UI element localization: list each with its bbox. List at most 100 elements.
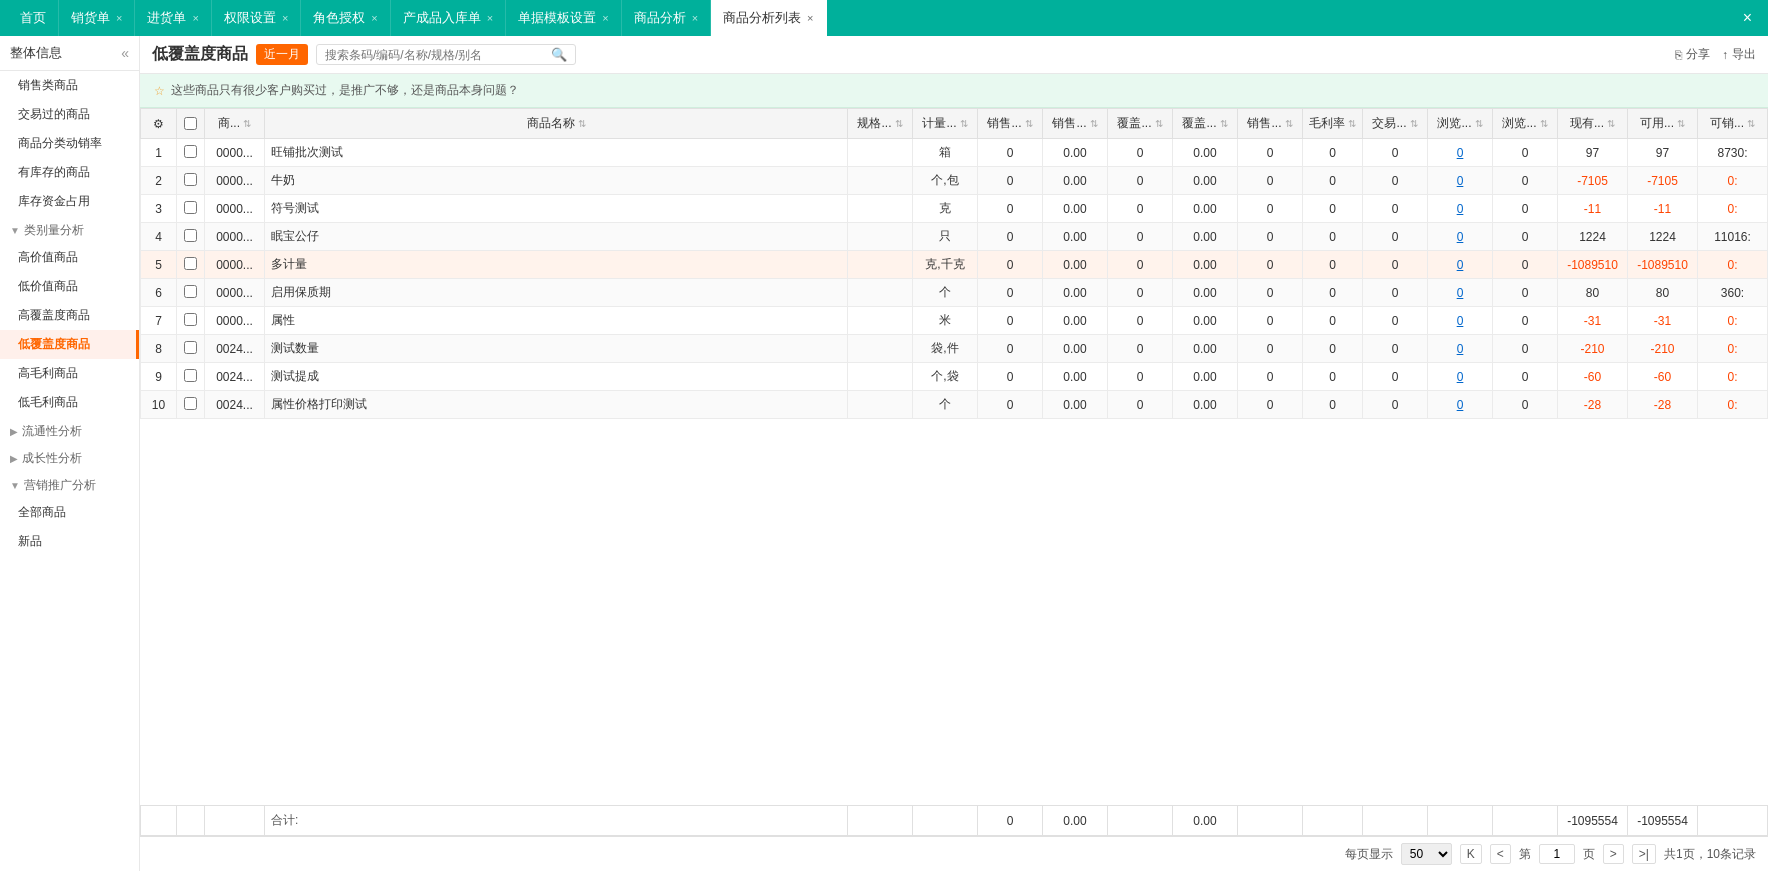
nav-tab-analysis[interactable]: 商品分析 ×: [622, 0, 711, 36]
share-btn[interactable]: ⎘ 分享: [1675, 46, 1710, 63]
row-browse1[interactable]: 0: [1428, 251, 1493, 279]
last-page-btn[interactable]: >|: [1632, 844, 1656, 864]
nav-tab-permissions[interactable]: 权限设置 ×: [212, 0, 301, 36]
header-right-actions: ⎘ 分享 ↑ 导出: [1675, 46, 1756, 63]
close-templates-tab[interactable]: ×: [602, 12, 608, 24]
table-row: 9 0024... 测试提成 个,袋 0 0.00 0 0.00 0 0 0 0…: [141, 363, 1768, 391]
row-avail: -60: [1628, 363, 1698, 391]
row-checkbox[interactable]: [177, 335, 205, 363]
close-permissions-tab[interactable]: ×: [282, 12, 288, 24]
page-size-select[interactable]: 50 20 100 200: [1401, 843, 1452, 865]
sidebar-item-low-value[interactable]: 低价值商品: [0, 272, 139, 301]
row-sellable: 0:: [1698, 391, 1768, 419]
export-btn[interactable]: ↑ 导出: [1722, 46, 1756, 63]
close-analysis-list-tab[interactable]: ×: [807, 12, 813, 24]
row-browse1[interactable]: 0: [1428, 391, 1493, 419]
close-analysis-tab[interactable]: ×: [692, 12, 698, 24]
sidebar-item-all-products[interactable]: 全部商品: [0, 498, 139, 527]
row-checkbox[interactable]: [177, 307, 205, 335]
sidebar-header[interactable]: 整体信息 «: [0, 36, 139, 71]
sidebar-group-flow[interactable]: ▶ 流通性分析: [0, 417, 139, 444]
close-sales-tab[interactable]: ×: [116, 12, 122, 24]
row-sales2: 0: [1238, 279, 1303, 307]
sidebar-group-marketing[interactable]: ▼ 营销推广分析: [0, 471, 139, 498]
row-browse1[interactable]: 0: [1428, 195, 1493, 223]
row-cover1: 0: [1108, 251, 1173, 279]
row-checkbox[interactable]: [177, 167, 205, 195]
sidebar-item-stock-products[interactable]: 有库存的商品: [0, 158, 139, 187]
close-all-tabs[interactable]: ×: [1735, 9, 1760, 27]
nav-tab-home[interactable]: 首页: [8, 0, 59, 36]
row-num: 3: [141, 195, 177, 223]
row-browse1[interactable]: 0: [1428, 139, 1493, 167]
search-box: 🔍: [316, 44, 576, 65]
nav-tab-purchase[interactable]: 进货单 ×: [135, 0, 211, 36]
row-sales-amt: 0.00: [1043, 251, 1108, 279]
row-current: -11: [1558, 195, 1628, 223]
sidebar-item-high-value[interactable]: 高价值商品: [0, 243, 139, 272]
page-number-input[interactable]: [1539, 844, 1575, 864]
sidebar-item-category-rate[interactable]: 商品分类动销率: [0, 129, 139, 158]
select-all-checkbox[interactable]: [184, 117, 197, 130]
row-browse1[interactable]: 0: [1428, 167, 1493, 195]
row-browse1[interactable]: 0: [1428, 279, 1493, 307]
sidebar-item-low-profit[interactable]: 低毛利商品: [0, 388, 139, 417]
sidebar-item-low-coverage[interactable]: 低覆盖度商品: [0, 330, 139, 359]
nav-tab-templates[interactable]: 单据模板设置 ×: [506, 0, 621, 36]
row-num: 7: [141, 307, 177, 335]
next-page-btn[interactable]: >: [1603, 844, 1624, 864]
sidebar-item-high-profit[interactable]: 高毛利商品: [0, 359, 139, 388]
row-checkbox[interactable]: [177, 139, 205, 167]
sidebar-item-high-coverage[interactable]: 高覆盖度商品: [0, 301, 139, 330]
row-cover2: 0.00: [1173, 391, 1238, 419]
row-spec: [848, 307, 913, 335]
row-name: 旺铺批次测试: [265, 139, 848, 167]
row-checkbox[interactable]: [177, 195, 205, 223]
col-sales2-header: 销售...⇅: [1238, 109, 1303, 139]
row-browse1[interactable]: 0: [1428, 335, 1493, 363]
first-page-btn[interactable]: K: [1460, 844, 1482, 864]
sidebar-item-new-products[interactable]: 新品: [0, 527, 139, 556]
row-sales-qty: 0: [978, 195, 1043, 223]
row-checkbox[interactable]: [177, 223, 205, 251]
row-checkbox[interactable]: [177, 251, 205, 279]
nav-tab-analysis-list[interactable]: 商品分析列表 ×: [711, 0, 826, 36]
sidebar-collapse-btn[interactable]: «: [121, 45, 129, 61]
search-input[interactable]: [325, 48, 551, 62]
close-roles-tab[interactable]: ×: [371, 12, 377, 24]
sidebar-item-traded-products[interactable]: 交易过的商品: [0, 100, 139, 129]
row-browse1[interactable]: 0: [1428, 307, 1493, 335]
sidebar-item-capital-use[interactable]: 库存资金占用: [0, 187, 139, 216]
filter-recent-month-btn[interactable]: 近一月: [256, 44, 308, 65]
sidebar-group-growth[interactable]: ▶ 成长性分析: [0, 444, 139, 471]
nav-tab-roles[interactable]: 角色授权 ×: [301, 0, 390, 36]
close-products-tab[interactable]: ×: [487, 12, 493, 24]
growth-expand-arrow: ▶: [10, 453, 18, 464]
row-code: 0024...: [205, 391, 265, 419]
row-checkbox[interactable]: [177, 279, 205, 307]
col-unit-header: 计量...⇅: [913, 109, 978, 139]
row-checkbox[interactable]: [177, 363, 205, 391]
sidebar-item-sales-products[interactable]: 销售类商品: [0, 71, 139, 100]
row-sellable: 0:: [1698, 195, 1768, 223]
total-gross: [1303, 806, 1363, 836]
table-row: 2 0000... 牛奶 个,包 0 0.00 0 0.00 0 0 0 0 0…: [141, 167, 1768, 195]
nav-tab-sales[interactable]: 销货单 ×: [59, 0, 135, 36]
row-code: 0000...: [205, 139, 265, 167]
row-spec: [848, 363, 913, 391]
row-code: 0024...: [205, 335, 265, 363]
nav-tab-products[interactable]: 产成品入库单 ×: [391, 0, 506, 36]
row-checkbox[interactable]: [177, 391, 205, 419]
row-num: 6: [141, 279, 177, 307]
sidebar-group-category[interactable]: ▼ 类别量分析: [0, 216, 139, 243]
total-cover1: [1108, 806, 1173, 836]
close-purchase-tab[interactable]: ×: [192, 12, 198, 24]
prev-page-btn[interactable]: <: [1490, 844, 1511, 864]
row-name: 属性: [265, 307, 848, 335]
total-unit: [913, 806, 978, 836]
row-browse1[interactable]: 0: [1428, 223, 1493, 251]
row-browse1[interactable]: 0: [1428, 363, 1493, 391]
row-num: 9: [141, 363, 177, 391]
col-checkbox[interactable]: [177, 109, 205, 139]
col-settings[interactable]: ⚙: [141, 109, 177, 139]
